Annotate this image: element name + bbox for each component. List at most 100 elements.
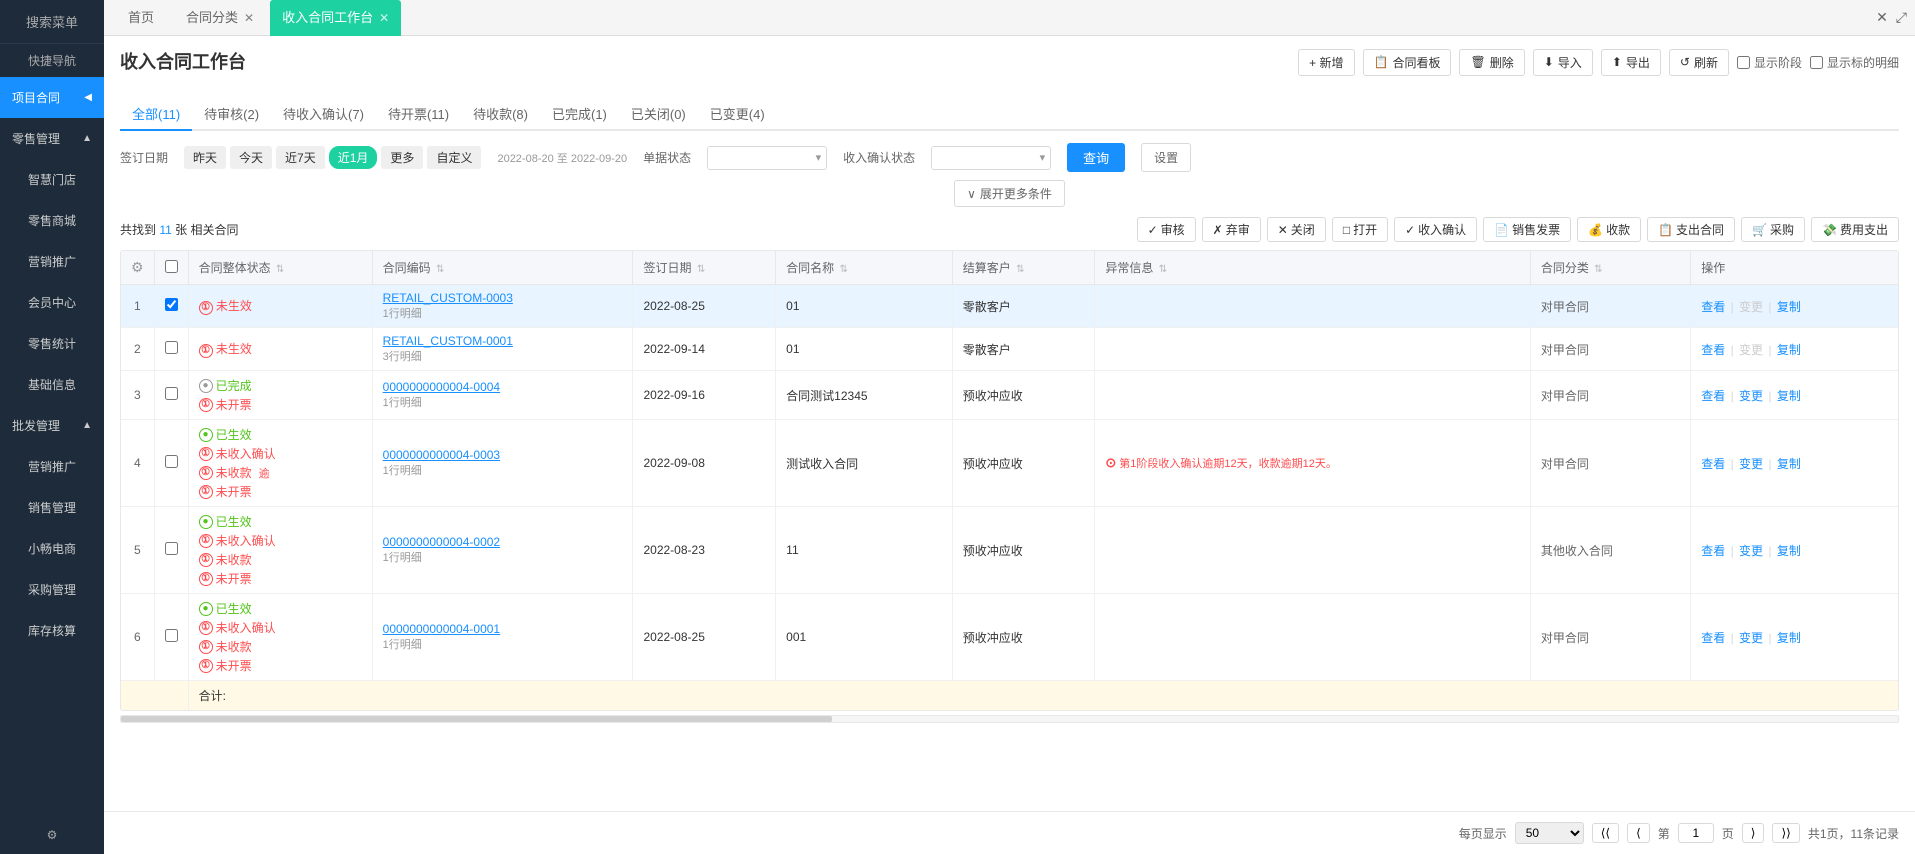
view-link[interactable]: 查看 bbox=[1701, 343, 1725, 357]
action-sales-invoice[interactable]: 📄 销售发票 bbox=[1483, 217, 1571, 242]
per-page-select[interactable]: 50 100 200 bbox=[1515, 822, 1584, 844]
first-page-button[interactable]: ⟨⟨ bbox=[1592, 823, 1619, 843]
tab-contract-category[interactable]: 合同分类 ✕ bbox=[170, 0, 270, 36]
date-btn-1month[interactable]: 近1月 bbox=[329, 146, 378, 169]
page-input[interactable] bbox=[1678, 823, 1714, 843]
doc-status-select[interactable] bbox=[707, 146, 827, 170]
sidebar-item-basic-info[interactable]: 基础信息 bbox=[0, 364, 104, 405]
horizontal-scrollbar[interactable] bbox=[120, 715, 1899, 723]
row-select-checkbox[interactable] bbox=[165, 455, 178, 468]
view-link[interactable]: 查看 bbox=[1701, 389, 1725, 403]
sidebar-item-marketing2[interactable]: 营销推广 bbox=[0, 446, 104, 487]
view-link[interactable]: 查看 bbox=[1701, 544, 1725, 558]
change-link[interactable]: 变更 bbox=[1739, 631, 1763, 645]
copy-link[interactable]: 复制 bbox=[1777, 389, 1801, 403]
view-link[interactable]: 查看 bbox=[1701, 631, 1725, 645]
view-link[interactable]: 查看 bbox=[1701, 457, 1725, 471]
sort-icon[interactable]: ⇅ bbox=[1159, 264, 1167, 275]
copy-link[interactable]: 复制 bbox=[1777, 544, 1801, 558]
contract-code-link[interactable]: RETAIL_CUSTOM-0001 bbox=[383, 334, 513, 348]
date-btn-7days[interactable]: 近7天 bbox=[276, 146, 325, 169]
status-tab-changed[interactable]: 已变更(4) bbox=[698, 98, 777, 131]
copy-link[interactable]: 复制 bbox=[1777, 457, 1801, 471]
sidebar-item-retail-stat[interactable]: 零售统计 bbox=[0, 323, 104, 364]
window-close-icon[interactable]: ✕ bbox=[1876, 9, 1888, 26]
change-link[interactable]: 变更 bbox=[1739, 389, 1763, 403]
change-link[interactable]: 变更 bbox=[1739, 544, 1763, 558]
tab-contract-category-close[interactable]: ✕ bbox=[244, 0, 254, 36]
copy-link[interactable]: 复制 bbox=[1777, 631, 1801, 645]
change-link[interactable]: 变更 bbox=[1739, 300, 1763, 314]
status-tab-pending-payment[interactable]: 待收款(8) bbox=[461, 98, 540, 131]
action-purchase[interactable]: 🛒 采购 bbox=[1741, 217, 1805, 242]
show-stage-checkbox[interactable]: 显示阶段 bbox=[1737, 54, 1802, 71]
next-page-button[interactable]: ⟩ bbox=[1742, 823, 1765, 843]
prev-page-button[interactable]: ⟨ bbox=[1627, 823, 1650, 843]
copy-link[interactable]: 复制 bbox=[1777, 300, 1801, 314]
export-button[interactable]: ⬆ 导出 bbox=[1601, 49, 1661, 76]
contract-code-link[interactable]: 0000000000004-0003 bbox=[383, 448, 500, 462]
contract-code-link[interactable]: RETAIL_CUSTOM-0003 bbox=[383, 291, 513, 305]
sort-icon[interactable]: ⇅ bbox=[1594, 264, 1602, 275]
sort-icon[interactable]: ⇅ bbox=[1016, 264, 1024, 275]
action-open[interactable]: □ 打开 bbox=[1332, 217, 1388, 242]
sidebar-item-marketing[interactable]: 营销推广 bbox=[0, 241, 104, 282]
delete-button[interactable]: 🗑 删除 bbox=[1459, 49, 1524, 76]
show-marked-checkbox[interactable]: 显示标的明细 bbox=[1810, 54, 1899, 71]
contract-code-link[interactable]: 0000000000004-0004 bbox=[383, 380, 500, 394]
select-all-checkbox[interactable] bbox=[165, 260, 178, 273]
date-btn-custom[interactable]: 自定义 bbox=[427, 146, 481, 169]
sidebar-item-batch-mgmt[interactable]: 批发管理 ▲ bbox=[0, 405, 104, 446]
contract-board-button[interactable]: 📋 合同看板 bbox=[1363, 49, 1452, 76]
row-select-checkbox[interactable] bbox=[165, 298, 178, 311]
tab-income-contract[interactable]: 收入合同工作台 ✕ bbox=[270, 0, 401, 36]
status-tab-completed[interactable]: 已完成(1) bbox=[540, 98, 619, 131]
contract-code-link[interactable]: 0000000000004-0002 bbox=[383, 535, 500, 549]
sort-icon[interactable]: ⇅ bbox=[697, 264, 705, 275]
new-button[interactable]: + 新增 bbox=[1298, 49, 1354, 76]
sort-icon[interactable]: ⇅ bbox=[276, 264, 284, 275]
action-expense-contract[interactable]: 📋 支出合同 bbox=[1647, 217, 1735, 242]
sidebar-item-purchase[interactable]: 采购管理 bbox=[0, 569, 104, 610]
status-tab-pending-review[interactable]: 待审核(2) bbox=[192, 98, 271, 131]
sort-icon[interactable]: ⇅ bbox=[436, 264, 444, 275]
last-page-button[interactable]: ⟩⟩ bbox=[1772, 823, 1799, 843]
expand-more-button[interactable]: ∨ 展开更多条件 bbox=[954, 180, 1065, 207]
copy-link[interactable]: 复制 bbox=[1777, 343, 1801, 357]
import-button[interactable]: ⬇ 导入 bbox=[1533, 49, 1593, 76]
sidebar-item-xiaochang[interactable]: 小畅电商 bbox=[0, 528, 104, 569]
view-link[interactable]: 查看 bbox=[1701, 300, 1725, 314]
action-abandon-review[interactable]: ✗ 弃审 bbox=[1202, 217, 1261, 242]
query-button[interactable]: 查询 bbox=[1067, 143, 1125, 172]
row-select-checkbox[interactable] bbox=[165, 341, 178, 354]
sidebar-item-retail-mall[interactable]: 零售商城 bbox=[0, 200, 104, 241]
sidebar-item-retail-mgmt[interactable]: 零售管理 ▲ bbox=[0, 118, 104, 159]
setting-button[interactable]: 设置 bbox=[1141, 143, 1191, 172]
tab-home[interactable]: 首页 bbox=[112, 0, 170, 36]
date-btn-more[interactable]: 更多 bbox=[381, 146, 423, 169]
action-income-confirm[interactable]: ✓ 收入确认 bbox=[1394, 217, 1477, 242]
row-select-checkbox[interactable] bbox=[165, 387, 178, 400]
row-select-checkbox[interactable] bbox=[165, 629, 178, 642]
status-tab-closed[interactable]: 已关闭(0) bbox=[619, 98, 698, 131]
status-tab-all[interactable]: 全部(11) bbox=[120, 98, 192, 131]
sidebar-quick-nav[interactable]: 快捷导航 bbox=[0, 44, 104, 77]
sidebar-item-inventory[interactable]: 库存核算 bbox=[0, 610, 104, 651]
date-btn-yesterday[interactable]: 昨天 bbox=[184, 146, 226, 169]
sort-icon[interactable]: ⇅ bbox=[840, 264, 848, 275]
change-link[interactable]: 变更 bbox=[1739, 343, 1763, 357]
tab-income-contract-close[interactable]: ✕ bbox=[379, 0, 389, 36]
date-btn-today[interactable]: 今天 bbox=[230, 146, 272, 169]
show-marked-input[interactable] bbox=[1810, 56, 1823, 69]
action-collect-payment[interactable]: 💰 收款 bbox=[1577, 217, 1641, 242]
action-close[interactable]: ✕ 关闭 bbox=[1267, 217, 1326, 242]
sidebar-item-smart-shop[interactable]: 智慧门店 bbox=[0, 159, 104, 200]
sidebar-item-sales-mgmt[interactable]: 销售管理 bbox=[0, 487, 104, 528]
status-tab-pending-invoice[interactable]: 待开票(11) bbox=[376, 98, 461, 131]
action-review[interactable]: ✓ 审核 bbox=[1137, 217, 1196, 242]
row-select-checkbox[interactable] bbox=[165, 542, 178, 555]
settings-icon[interactable]: ⚙ bbox=[131, 259, 144, 275]
sidebar-search[interactable]: 搜索菜单 bbox=[0, 0, 104, 44]
status-tab-pending-confirm[interactable]: 待收入确认(7) bbox=[271, 98, 376, 131]
sidebar-item-member[interactable]: 会员中心 bbox=[0, 282, 104, 323]
